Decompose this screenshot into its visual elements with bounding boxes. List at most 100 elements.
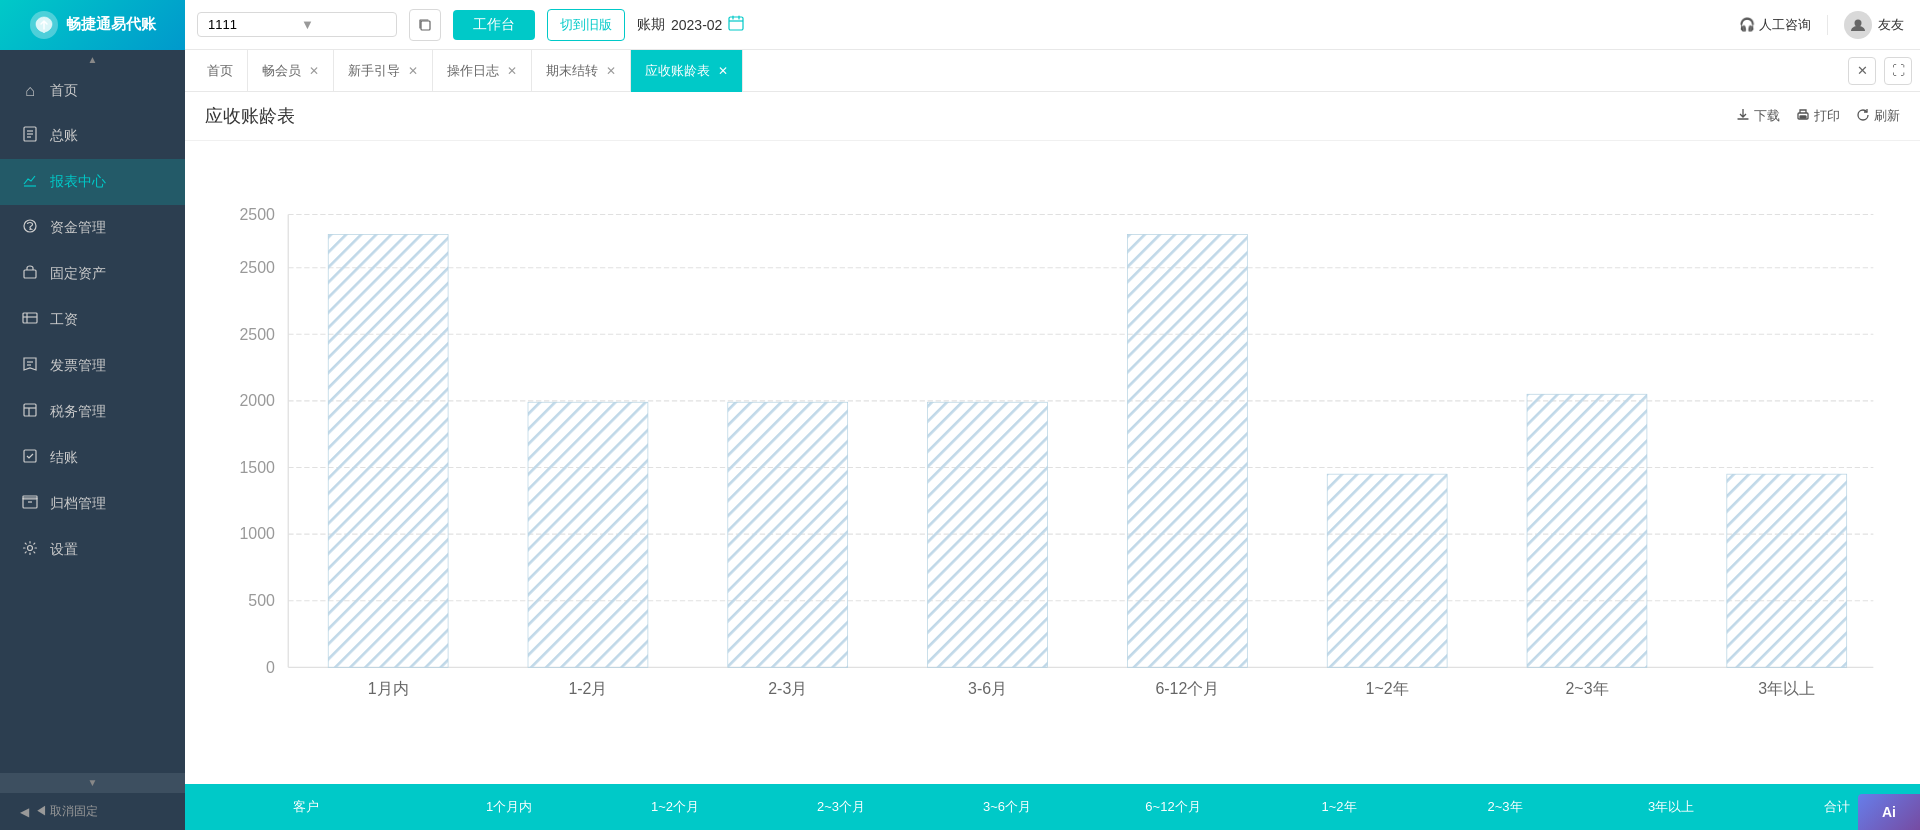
svg-text:3-6月: 3-6月 <box>968 680 1007 697</box>
tab-member-label: 畅会员 <box>262 62 301 80</box>
ledger-icon <box>20 126 40 146</box>
svg-text:2-3月: 2-3月 <box>768 680 807 697</box>
sidebar-label-salary: 工资 <box>50 311 78 329</box>
fullscreen-button[interactable]: ⛶ <box>1884 57 1912 85</box>
ai-assistant-badge[interactable]: Ai <box>1858 794 1920 830</box>
tabs-bar: 首页 畅会员 ✕ 新手引导 ✕ 操作日志 ✕ 期末结转 ✕ 应收账龄表 ✕ <box>185 50 1920 92</box>
svg-text:2000: 2000 <box>239 392 275 409</box>
svg-point-11 <box>24 220 36 232</box>
chart-container: 0 500 1000 1500 2000 2500 2500 2500 <box>185 141 1920 784</box>
refresh-icon <box>1856 108 1870 125</box>
svg-rect-54 <box>1127 234 1247 667</box>
avatar <box>1844 11 1872 39</box>
tab-ar-aging[interactable]: 应收账龄表 ✕ <box>631 50 743 92</box>
tab-ar-aging-label: 应收账龄表 <box>645 62 710 80</box>
download-icon <box>1736 108 1750 125</box>
user-name: 友友 <box>1878 16 1904 34</box>
table-col-1-2y: 1~2年 <box>1256 798 1422 816</box>
tab-home-label: 首页 <box>207 62 233 80</box>
workbench-button[interactable]: 工作台 <box>453 10 535 40</box>
svg-text:0: 0 <box>266 659 275 676</box>
sidebar-item-ledger[interactable]: 总账 <box>0 113 185 159</box>
sidebar-item-salary[interactable]: 工资 <box>0 297 185 343</box>
table-col-2-3m: 2~3个月 <box>758 798 924 816</box>
calendar-icon[interactable] <box>728 15 744 34</box>
chevron-down-icon: ▼ <box>301 17 386 32</box>
tab-member[interactable]: 畅会员 ✕ <box>248 50 334 92</box>
sidebar-item-checkout[interactable]: 结账 <box>0 435 185 481</box>
svg-rect-52 <box>928 402 1048 667</box>
switch-version-button[interactable]: 切到旧版 <box>547 9 625 41</box>
company-selector[interactable]: 1111 ▼ <box>197 12 397 37</box>
archive-icon <box>20 494 40 514</box>
sidebar-item-tax[interactable]: 税务管理 <box>0 389 185 435</box>
svg-point-5 <box>1855 19 1862 26</box>
period-label: 账期 <box>637 16 665 34</box>
sidebar-label-assets: 固定资产 <box>50 265 106 283</box>
svg-rect-56 <box>1327 474 1447 667</box>
settings-icon <box>20 540 40 560</box>
refresh-button[interactable]: 刷新 <box>1856 107 1900 125</box>
svg-rect-21 <box>24 450 36 462</box>
scroll-up-indicator[interactable]: ▲ <box>0 50 185 69</box>
tab-home[interactable]: 首页 <box>193 50 248 92</box>
svg-text:2500: 2500 <box>239 326 275 343</box>
divider <box>1827 15 1828 35</box>
logo-icon <box>30 11 58 39</box>
tab-oplog[interactable]: 操作日志 ✕ <box>433 50 532 92</box>
sidebar-label-ledger: 总账 <box>50 127 78 145</box>
sidebar-label-tax: 税务管理 <box>50 403 106 421</box>
tab-period-close[interactable]: 期末结转 ✕ <box>532 50 631 92</box>
content-area: 首页 畅会员 ✕ 新手引导 ✕ 操作日志 ✕ 期末结转 ✕ 应收账龄表 ✕ <box>185 50 1920 830</box>
sidebar-label-funds: 资金管理 <box>50 219 106 237</box>
consult-button[interactable]: 🎧 人工咨询 <box>1739 16 1811 34</box>
scroll-down-indicator[interactable]: ▼ <box>0 773 185 792</box>
svg-rect-13 <box>23 313 37 323</box>
svg-rect-12 <box>24 270 36 278</box>
print-button[interactable]: 打印 <box>1796 107 1840 125</box>
svg-text:1~2年: 1~2年 <box>1366 680 1409 697</box>
sidebar: ▲ ⌂ 首页 总账 报表中心 <box>0 50 185 830</box>
tab-period-close-label: 期末结转 <box>546 62 598 80</box>
svg-point-25 <box>28 546 33 551</box>
tab-ar-aging-close[interactable]: ✕ <box>718 64 728 78</box>
unpin-label: ◀ 取消固定 <box>35 803 98 820</box>
main-layout: ▲ ⌂ 首页 总账 报表中心 <box>0 50 1920 830</box>
sidebar-item-invoice[interactable]: 发票管理 <box>0 343 185 389</box>
svg-rect-46 <box>328 234 448 667</box>
sidebar-label-invoice: 发票管理 <box>50 357 106 375</box>
period-area: 账期 2023-02 <box>637 15 744 34</box>
table-header: 客户 1个月内 1~2个月 2~3个月 3~6个月 6~12个月 1~2年 2~… <box>185 784 1920 830</box>
sidebar-item-archive[interactable]: 归档管理 <box>0 481 185 527</box>
home-icon: ⌂ <box>20 82 40 100</box>
sidebar-item-reports[interactable]: 报表中心 <box>0 159 185 205</box>
header-right: 🎧 人工咨询 友友 <box>1739 11 1904 39</box>
table-col-3-6m: 3~6个月 <box>924 798 1090 816</box>
svg-text:1500: 1500 <box>239 459 275 476</box>
tab-guide[interactable]: 新手引导 ✕ <box>334 50 433 92</box>
consult-label: 人工咨询 <box>1759 16 1811 34</box>
close-all-tabs-button[interactable]: ✕ <box>1848 57 1876 85</box>
sidebar-item-assets[interactable]: 固定资产 <box>0 251 185 297</box>
copy-button[interactable] <box>409 9 441 41</box>
sidebar-label-reports: 报表中心 <box>50 173 106 191</box>
logo-text: 畅捷通易代账 <box>66 15 156 34</box>
sidebar-item-settings[interactable]: 设置 <box>0 527 185 573</box>
tab-period-close-close[interactable]: ✕ <box>606 64 616 78</box>
svg-rect-27 <box>1800 116 1806 118</box>
salary-icon <box>20 310 40 330</box>
user-area[interactable]: 友友 <box>1844 11 1904 39</box>
tab-member-close[interactable]: ✕ <box>309 64 319 78</box>
table-col-3y-plus: 3年以上 <box>1588 798 1754 816</box>
download-button[interactable]: 下载 <box>1736 107 1780 125</box>
table-col-customer: 客户 <box>185 798 426 816</box>
tab-guide-close[interactable]: ✕ <box>408 64 418 78</box>
cancel-fixed-button[interactable]: ◀ ◀ 取消固定 <box>0 792 185 830</box>
svg-rect-48 <box>528 402 648 667</box>
table-col-1m: 1个月内 <box>426 798 592 816</box>
svg-text:500: 500 <box>248 592 275 609</box>
sidebar-item-home[interactable]: ⌂ 首页 <box>0 69 185 113</box>
tab-oplog-close[interactable]: ✕ <box>507 64 517 78</box>
svg-text:1000: 1000 <box>239 525 275 542</box>
sidebar-item-funds[interactable]: 资金管理 <box>0 205 185 251</box>
